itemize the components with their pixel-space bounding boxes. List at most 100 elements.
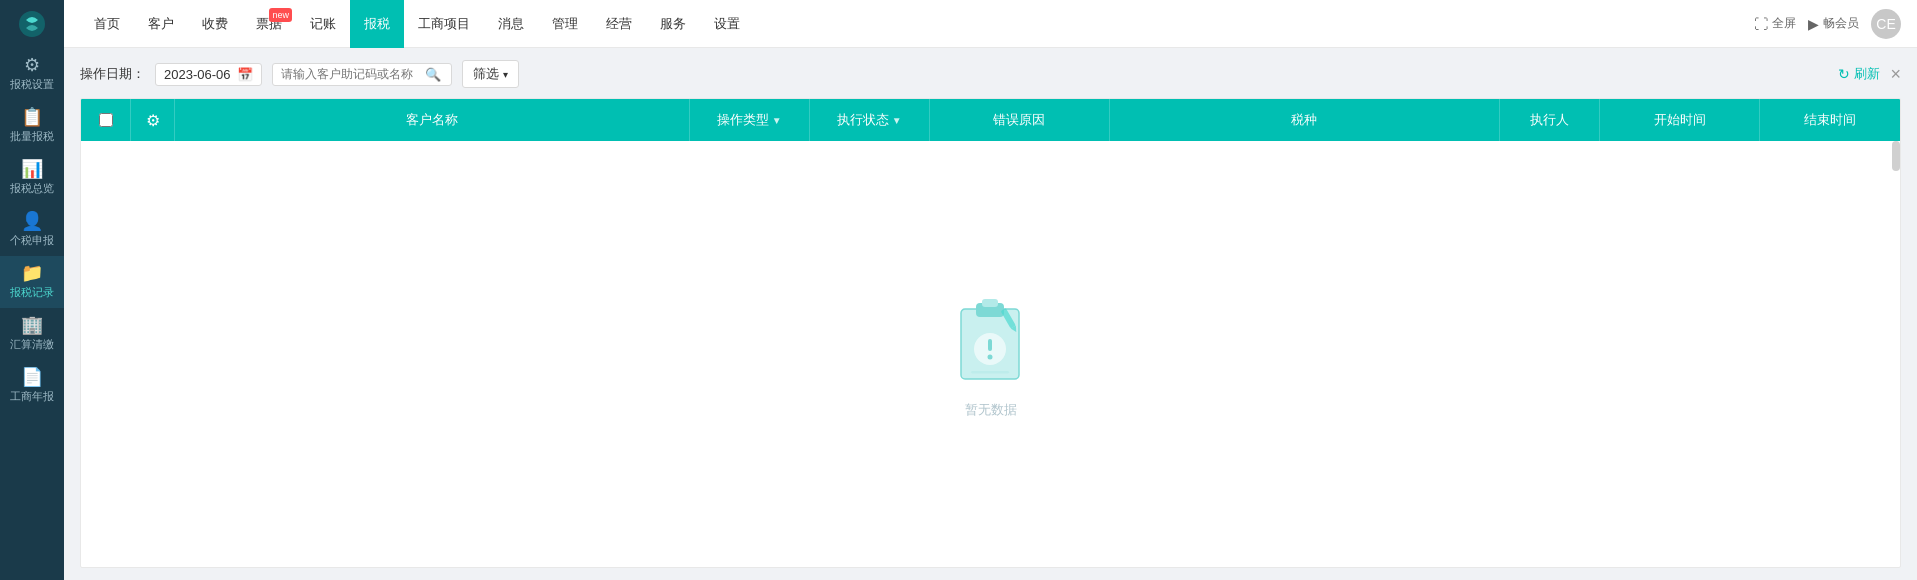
svg-point-0 [19, 11, 45, 37]
table-body: 暂无数据 [81, 141, 1900, 567]
th-checkbox [81, 99, 131, 141]
sidebar-label-piliangbaoshui: 批量报税 [10, 129, 54, 144]
table-header: ⚙ 客户名称 操作类型 ▼ 执行状态 ▼ 错误原因 税种 [81, 99, 1900, 141]
empty-state: 暂无数据 [946, 289, 1036, 419]
topnav-item-baoshui[interactable]: 报税 [350, 0, 404, 48]
topnav-item-guanli[interactable]: 管理 [538, 0, 592, 48]
sidebar-item-huisuanqingsuan[interactable]: 🏢 汇算清缴 [0, 308, 64, 360]
search-input[interactable] [281, 67, 421, 81]
topnav-label-fuwu: 服务 [660, 15, 686, 33]
topnav-item-gongshangxiangmu[interactable]: 工商项目 [404, 0, 484, 48]
settings-icon: ⚙ [24, 56, 40, 74]
svg-rect-10 [971, 371, 1009, 374]
member-label: 畅会员 [1823, 15, 1859, 32]
fullscreen-button[interactable]: ⛶ 全屏 [1754, 15, 1796, 32]
th-executor-label: 执行人 [1530, 111, 1569, 129]
th-starttime: 开始时间 [1600, 99, 1760, 141]
th-settings: ⚙ [131, 99, 175, 141]
fullscreen-label: 全屏 [1772, 15, 1796, 32]
th-executor: 执行人 [1500, 99, 1600, 141]
sidebar-label-baoshuijilu: 报税记录 [10, 285, 54, 300]
topnav-label-shezhi: 设置 [714, 15, 740, 33]
sidebar-item-gongshangnianbaos[interactable]: 📄 工商年报 [0, 360, 64, 412]
sidebar-item-baoshuizonglan[interactable]: 📊 报税总览 [0, 152, 64, 204]
search-icon[interactable]: 🔍 [425, 67, 441, 82]
sidebar-label-huisuanqingsuan: 汇算清缴 [10, 337, 54, 352]
chevron-down-icon: ▾ [503, 69, 508, 80]
topnav-item-shezhi[interactable]: 设置 [700, 0, 754, 48]
th-status-label: 执行状态 [837, 111, 889, 129]
refresh-label: 刷新 [1854, 65, 1880, 83]
sort-optype-icon: ▼ [772, 115, 782, 126]
select-all-checkbox[interactable] [99, 113, 113, 127]
topnav-label-jizhang: 记账 [310, 15, 336, 33]
topnav-label-baoshui: 报税 [364, 15, 390, 33]
topnav-label-shouye: 首页 [94, 15, 120, 33]
topnav-label-xiaoxi: 消息 [498, 15, 524, 33]
sidebar-item-baoshuijilu[interactable]: 📁 报税记录 [0, 256, 64, 308]
main-area: 首页 客户 收费 票据 new 记账 报税 工商项目 消息 [64, 0, 1917, 580]
play-icon: ▶ [1808, 16, 1819, 32]
topnav-item-jizhang[interactable]: 记账 [296, 0, 350, 48]
svg-point-7 [987, 355, 992, 360]
calendar-icon: 📅 [237, 67, 253, 82]
sidebar-label-gongshangnianbaos: 工商年报 [10, 389, 54, 404]
overview-icon: 📊 [21, 160, 43, 178]
record-icon: 📁 [21, 264, 43, 282]
topnav-item-jingying[interactable]: 经营 [592, 0, 646, 48]
topnav-item-piao[interactable]: 票据 new [242, 0, 296, 48]
svg-rect-4 [982, 299, 998, 307]
sidebar-item-piliangbaoshui[interactable]: 📋 批量报税 [0, 100, 64, 152]
toolbar: 操作日期： 2023-06-06 📅 🔍 筛选 ▾ ↻ 刷新 × [80, 60, 1901, 88]
sort-status-icon: ▼ [892, 115, 902, 126]
annual-icon: 📄 [21, 368, 43, 386]
close-button[interactable]: × [1890, 65, 1901, 83]
date-value: 2023-06-06 [164, 67, 231, 82]
date-picker[interactable]: 2023-06-06 📅 [155, 63, 262, 86]
person-icon: 👤 [21, 212, 43, 230]
fullscreen-icon: ⛶ [1754, 16, 1768, 32]
sidebar-logo [0, 0, 64, 48]
topnav-item-xiaoxi[interactable]: 消息 [484, 0, 538, 48]
search-box: 🔍 [272, 63, 452, 86]
th-starttime-label: 开始时间 [1654, 111, 1706, 129]
topnav-item-kehu[interactable]: 客户 [134, 0, 188, 48]
date-label: 操作日期： [80, 65, 145, 83]
th-name: 客户名称 [175, 99, 690, 141]
sidebar-label-geshuishenbao: 个税申报 [10, 233, 54, 248]
table-scrollbar[interactable] [1892, 141, 1900, 171]
filter-button[interactable]: 筛选 ▾ [462, 60, 519, 88]
topnav-item-shoufei[interactable]: 收费 [188, 0, 242, 48]
avatar-text: CE [1876, 16, 1895, 32]
topnav-label-gongshangxiangmu: 工商项目 [418, 15, 470, 33]
sidebar-label-baoshuizonglan: 报税总览 [10, 181, 54, 196]
sidebar-item-baoshuishezhi[interactable]: ⚙ 报税设置 [0, 48, 64, 100]
th-taxtype: 税种 [1110, 99, 1500, 141]
sidebar-label-baoshuishezhi: 报税设置 [10, 77, 54, 92]
refresh-icon: ↻ [1838, 66, 1850, 82]
topnav-items: 首页 客户 收费 票据 new 记账 报税 工商项目 消息 [80, 0, 1754, 48]
filter-label: 筛选 [473, 65, 499, 83]
topnav: 首页 客户 收费 票据 new 记账 报税 工商项目 消息 [64, 0, 1917, 48]
topnav-label-kehu: 客户 [148, 15, 174, 33]
topnav-label-jingying: 经营 [606, 15, 632, 33]
settings-col-icon[interactable]: ⚙ [146, 111, 160, 130]
th-status[interactable]: 执行状态 ▼ [810, 99, 930, 141]
empty-illustration [946, 289, 1036, 389]
empty-text: 暂无数据 [965, 401, 1017, 419]
member-button[interactable]: ▶ 畅会员 [1808, 15, 1859, 32]
sidebar: ⚙ 报税设置 📋 批量报税 📊 报税总览 👤 个税申报 📁 报税记录 🏢 汇算清… [0, 0, 64, 580]
th-optype-label: 操作类型 [717, 111, 769, 129]
topnav-item-fuwu[interactable]: 服务 [646, 0, 700, 48]
topnav-label-guanli: 管理 [552, 15, 578, 33]
th-optype[interactable]: 操作类型 ▼ [690, 99, 810, 141]
th-taxtype-label: 税种 [1291, 111, 1317, 129]
refresh-button[interactable]: ↻ 刷新 [1838, 65, 1880, 83]
topnav-label-shoufei: 收费 [202, 15, 228, 33]
sidebar-item-geshuishenbao[interactable]: 👤 个税申报 [0, 204, 64, 256]
avatar[interactable]: CE [1871, 9, 1901, 39]
svg-rect-6 [988, 339, 992, 351]
th-endtime-label: 结束时间 [1804, 111, 1856, 129]
topnav-item-shouye[interactable]: 首页 [80, 0, 134, 48]
content: 操作日期： 2023-06-06 📅 🔍 筛选 ▾ ↻ 刷新 × [64, 48, 1917, 580]
